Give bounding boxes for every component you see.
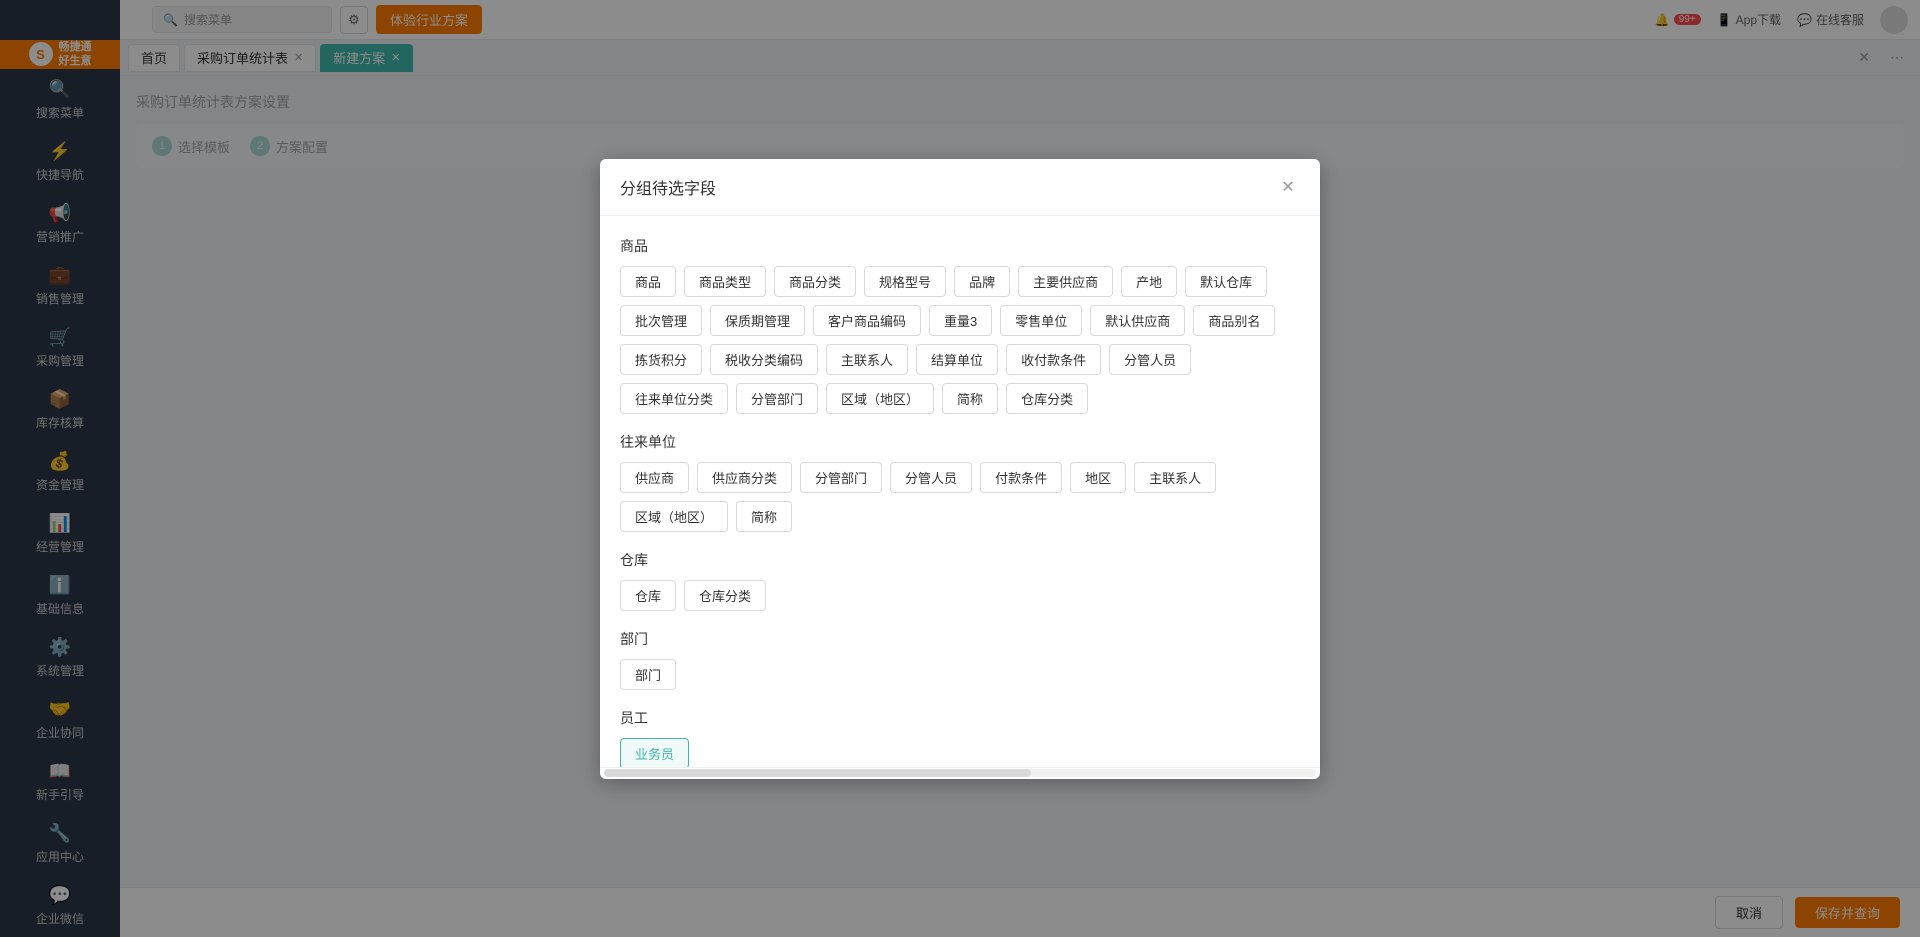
modal-body: 商品 商品 商品类型 商品分类 规格型号 品牌 主要供应商 产地 默认仓库 批次… xyxy=(600,216,1320,768)
field-tag-goods-3[interactable]: 规格型号 xyxy=(864,266,946,297)
field-tag-warehouse-1[interactable]: 仓库分类 xyxy=(684,580,766,611)
field-tag-goods-13[interactable]: 默认供应商 xyxy=(1090,305,1185,336)
field-tag-goods-19[interactable]: 收付款条件 xyxy=(1006,344,1101,375)
field-tag-partner-1[interactable]: 供应商分类 xyxy=(697,462,792,493)
field-tag-goods-10[interactable]: 客户商品编码 xyxy=(813,305,921,336)
field-tag-goods-4[interactable]: 品牌 xyxy=(954,266,1010,297)
modal-close-button[interactable]: ✕ xyxy=(1276,175,1300,199)
field-tag-goods-5[interactable]: 主要供应商 xyxy=(1018,266,1113,297)
field-tag-dept-0[interactable]: 部门 xyxy=(620,659,676,690)
field-tag-goods-9[interactable]: 保质期管理 xyxy=(710,305,805,336)
field-tag-partner-0[interactable]: 供应商 xyxy=(620,462,689,493)
field-tag-goods-0[interactable]: 商品 xyxy=(620,266,676,297)
fields-grid-warehouse: 仓库 仓库分类 xyxy=(620,580,1300,611)
field-tag-goods-2[interactable]: 商品分类 xyxy=(774,266,856,297)
modal-dialog: 分组待选字段 ✕ 商品 商品 商品类型 商品分类 规格型号 品牌 主要供应商 产… xyxy=(600,159,1320,779)
field-tag-goods-24[interactable]: 简称 xyxy=(942,383,998,414)
section-title-goods: 商品 xyxy=(620,236,1300,256)
section-title-partner: 往来单位 xyxy=(620,432,1300,452)
field-tag-partner-5[interactable]: 地区 xyxy=(1070,462,1126,493)
field-tag-goods-25[interactable]: 仓库分类 xyxy=(1006,383,1088,414)
modal-title: 分组待选字段 xyxy=(620,175,716,199)
field-tag-goods-11[interactable]: 重量3 xyxy=(929,305,992,336)
section-title-warehouse: 仓库 xyxy=(620,550,1300,570)
field-tag-goods-14[interactable]: 商品别名 xyxy=(1193,305,1275,336)
fields-grid-dept: 部门 xyxy=(620,659,1300,690)
section-title-employee: 员工 xyxy=(620,708,1300,728)
field-tag-partner-8[interactable]: 简称 xyxy=(736,501,792,532)
field-tag-goods-17[interactable]: 主联系人 xyxy=(826,344,908,375)
field-tag-goods-8[interactable]: 批次管理 xyxy=(620,305,702,336)
fields-grid-goods: 商品 商品类型 商品分类 规格型号 品牌 主要供应商 产地 默认仓库 批次管理 … xyxy=(620,266,1300,414)
field-tag-goods-6[interactable]: 产地 xyxy=(1121,266,1177,297)
field-tag-partner-4[interactable]: 付款条件 xyxy=(980,462,1062,493)
field-tag-partner-2[interactable]: 分管部门 xyxy=(800,462,882,493)
field-tag-warehouse-0[interactable]: 仓库 xyxy=(620,580,676,611)
field-tag-partner-6[interactable]: 主联系人 xyxy=(1134,462,1216,493)
field-tag-employee-0[interactable]: 业务员 xyxy=(620,738,689,768)
modal-header: 分组待选字段 ✕ xyxy=(600,159,1320,216)
field-tag-goods-12[interactable]: 零售单位 xyxy=(1000,305,1082,336)
field-tag-goods-16[interactable]: 税收分类编码 xyxy=(710,344,818,375)
fields-grid-partner: 供应商 供应商分类 分管部门 分管人员 付款条件 地区 主联系人 区域（地区） … xyxy=(620,462,1300,532)
field-tag-goods-15[interactable]: 拣货积分 xyxy=(620,344,702,375)
field-tag-goods-1[interactable]: 商品类型 xyxy=(684,266,766,297)
field-tag-partner-3[interactable]: 分管人员 xyxy=(890,462,972,493)
modal-overlay: 分组待选字段 ✕ 商品 商品 商品类型 商品分类 规格型号 品牌 主要供应商 产… xyxy=(0,0,1920,937)
field-tag-goods-7[interactable]: 默认仓库 xyxy=(1185,266,1267,297)
modal-hscroll[interactable] xyxy=(600,767,1320,778)
field-tag-goods-21[interactable]: 往来单位分类 xyxy=(620,383,728,414)
section-title-dept: 部门 xyxy=(620,629,1300,649)
field-tag-goods-22[interactable]: 分管部门 xyxy=(736,383,818,414)
field-tag-goods-23[interactable]: 区域（地区） xyxy=(826,383,934,414)
field-tag-goods-20[interactable]: 分管人员 xyxy=(1109,344,1191,375)
field-tag-goods-18[interactable]: 结算单位 xyxy=(916,344,998,375)
field-tag-partner-7[interactable]: 区域（地区） xyxy=(620,501,728,532)
fields-grid-employee: 业务员 xyxy=(620,738,1300,768)
